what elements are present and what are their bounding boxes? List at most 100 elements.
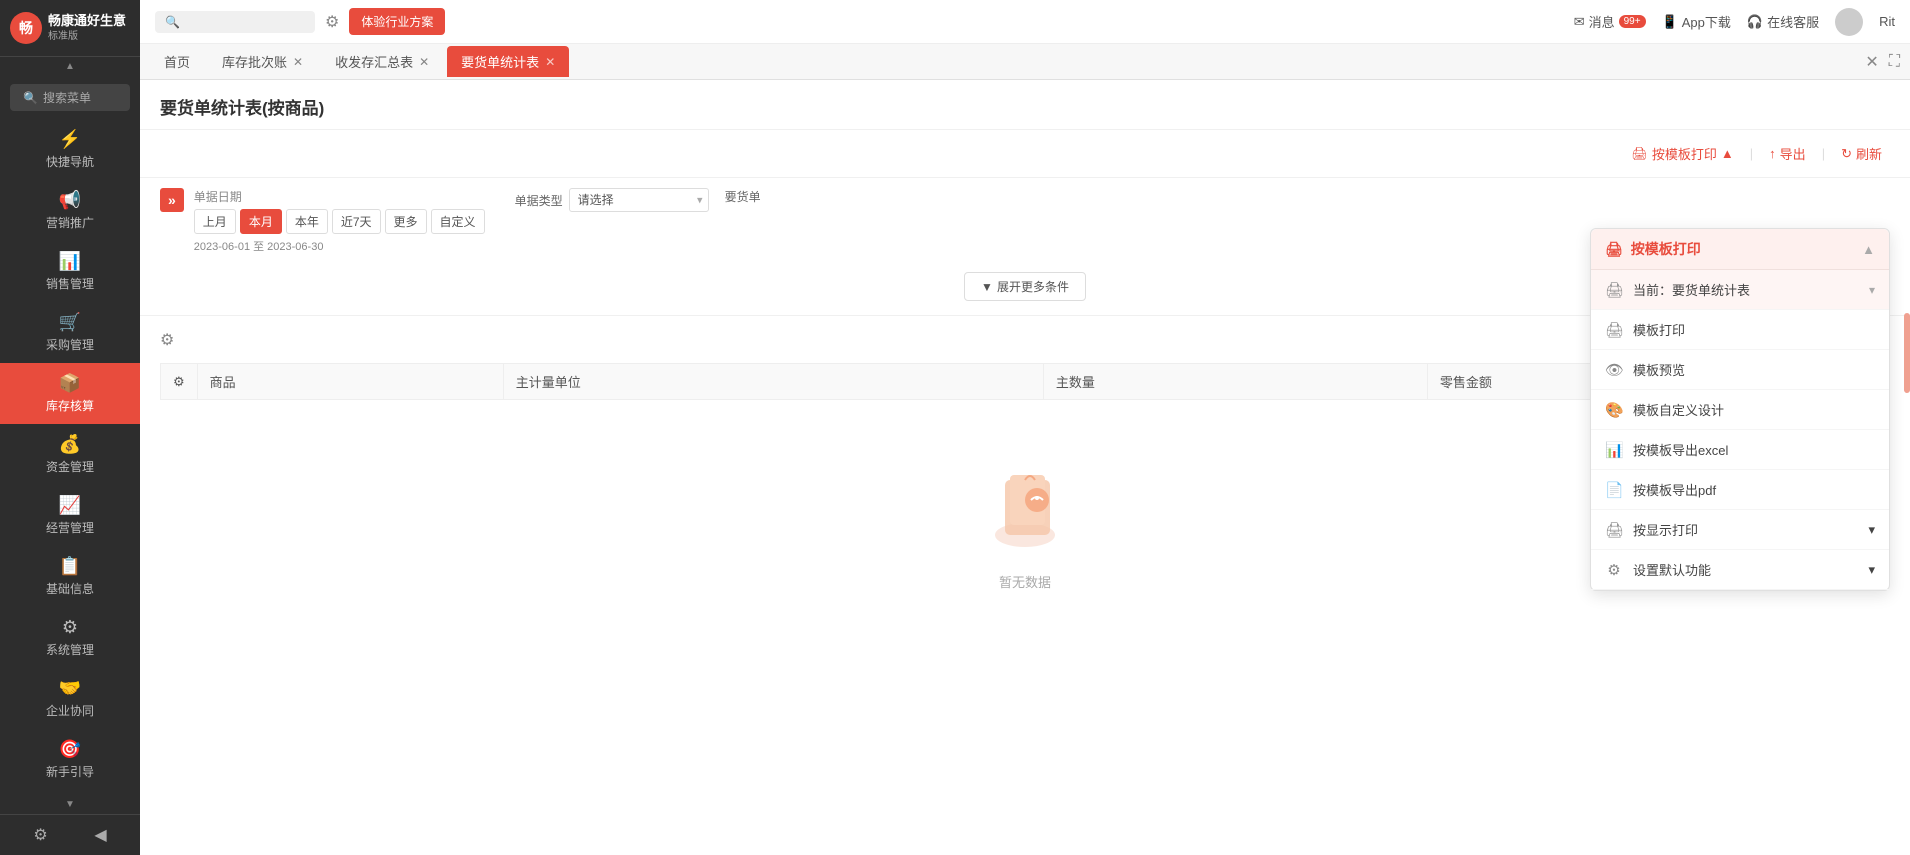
sidebar-item-enterprise[interactable]: 🤝 企业协同 [0, 668, 140, 729]
display-print-chevron: ▾ [1868, 522, 1875, 538]
tab-fullscreen-btn[interactable]: ⛶ [1889, 53, 1900, 71]
filter-expand-btn[interactable]: » [160, 188, 184, 212]
export-excel-label: 按模板导出excel [1633, 440, 1728, 459]
topbar-gear-btn[interactable]: ⚙ [325, 12, 339, 32]
export-pdf-icon: 📄 [1605, 481, 1623, 499]
current-chevron-icon: ▾ [1869, 283, 1875, 297]
tab-order-stats-label: 要货单统计表 [461, 52, 539, 71]
tab-batch-account-close[interactable]: ✕ [293, 55, 303, 69]
print-template-btn[interactable]: 🖨 按模板打印 ▲ [1623, 140, 1741, 167]
sidebar-item-finance[interactable]: 💰 资金管理 [0, 424, 140, 485]
dropdown-display-print-left: 🖨 按显示打印 [1605, 520, 1698, 539]
date-btn-7days[interactable]: 近7天 [332, 209, 381, 234]
dropdown-header: 🖨 按模板打印 ▲ [1591, 229, 1889, 270]
sidebar-item-system[interactable]: ⚙ 系统管理 [0, 607, 140, 668]
date-btn-last-month[interactable]: 上月 [194, 209, 236, 234]
topbar: 🔍 ⚙ 体验行业方案 ✉ 消息 99+ 📱 App下载 🎧 在线客服 Rit [140, 0, 1910, 44]
chevron-up-icon[interactable]: ▲ [1862, 242, 1875, 257]
messages-btn[interactable]: ✉ 消息 99+ [1574, 12, 1646, 31]
content-area: 要货单统计表(按商品) 🖨 按模板打印 ▲ | ↑ 导出 | ↻ 刷新 » [140, 80, 1910, 855]
export-btn[interactable]: ↑ 导出 [1761, 140, 1814, 167]
inventory-icon: 📦 [59, 373, 81, 394]
avatar[interactable] [1835, 8, 1863, 36]
type-select-wrap: 请选择 [569, 188, 709, 212]
dropdown-display-print[interactable]: 🖨 按显示打印 ▾ [1591, 510, 1889, 550]
enterprise-icon: 🤝 [59, 678, 81, 699]
main-area: 🔍 ⚙ 体验行业方案 ✉ 消息 99+ 📱 App下载 🎧 在线客服 Rit [140, 0, 1910, 855]
sidebar-item-purchase[interactable]: 🛒 采购管理 [0, 302, 140, 363]
sidebar-collapse-btn[interactable]: ◀ [94, 825, 106, 845]
print-chevron-icon: ▲ [1721, 146, 1734, 161]
marketing-label: 营销推广 [46, 214, 94, 231]
tab-batch-account[interactable]: 库存批次账 ✕ [208, 46, 317, 77]
template-print-label: 模板打印 [1633, 320, 1685, 339]
sidebar-scroll-down[interactable]: ▼ [0, 795, 140, 814]
search-label: 搜索菜单 [43, 89, 91, 106]
user-name[interactable]: Rit [1879, 14, 1895, 29]
date-btn-more[interactable]: 更多 [385, 209, 427, 234]
date-btn-custom[interactable]: 自定义 [431, 209, 485, 234]
sales-label: 销售管理 [46, 275, 94, 292]
online-service-btn[interactable]: 🎧 在线客服 [1747, 12, 1819, 31]
refresh-btn[interactable]: ↻ 刷新 [1833, 140, 1890, 167]
app-download-icon: 📱 [1662, 14, 1678, 30]
date-btn-this-month[interactable]: 本月 [240, 209, 282, 234]
tab-collect-summary-close[interactable]: ✕ [419, 55, 429, 69]
filter-yaohuodan-section: 要货单 [725, 188, 761, 205]
sidebar-scroll-up[interactable]: ▲ [0, 57, 140, 76]
tab-home[interactable]: 首页 [150, 46, 204, 77]
printer-header-icon: 🖨 [1605, 241, 1623, 258]
sidebar-item-guide[interactable]: 🎯 新手引导 [0, 729, 140, 790]
table-settings-icon[interactable]: ⚙ [160, 330, 174, 350]
marketing-icon: 📢 [59, 190, 81, 211]
purchase-label: 采购管理 [46, 336, 94, 353]
dropdown-export-pdf[interactable]: 📄 按模板导出pdf [1591, 470, 1889, 510]
expand-more-btn[interactable]: ▼ 展开更多条件 [964, 272, 1086, 301]
tab-batch-account-label: 库存批次账 [222, 52, 287, 71]
trial-btn[interactable]: 体验行业方案 [349, 8, 445, 35]
dropdown-default-func[interactable]: ⚙ 设置默认功能 ▾ [1591, 550, 1889, 590]
sidebar-item-marketing[interactable]: 📢 营销推广 [0, 180, 140, 241]
dropdown-default-func-left: ⚙ 设置默认功能 [1605, 560, 1711, 579]
inventory-label: 库存核算 [46, 397, 94, 414]
dropdown-current-item[interactable]: 🖨 当前：要货单统计表 ▾ [1591, 270, 1889, 310]
headset-icon: 🎧 [1747, 14, 1763, 30]
sidebar-item-basics[interactable]: 📋 基础信息 [0, 546, 140, 607]
sidebar-logo: 畅 畅康通好生意 标准版 [0, 0, 140, 57]
filter-date-section: 单据日期 上月 本月 本年 近7天 更多 自定义 2023-06-01 至 20… [194, 188, 485, 254]
tab-collect-summary[interactable]: 收发存汇总表 ✕ [321, 46, 443, 77]
tabbar: 首页 库存批次账 ✕ 收发存汇总表 ✕ 要货单统计表 ✕ ✕ ⛶ [140, 44, 1910, 80]
company-name: 畅康通好生意 [48, 13, 126, 30]
template-custom-label: 模板自定义设计 [1633, 400, 1724, 419]
dropdown-template-print[interactable]: 🖨 模板打印 [1591, 310, 1889, 350]
sidebar-search[interactable]: 🔍 搜索菜单 [10, 84, 130, 111]
template-custom-icon: 🎨 [1605, 401, 1623, 419]
sidebar: 畅 畅康通好生意 标准版 ▲ 🔍 搜索菜单 ⚡ 快捷导航 📢 营销推广 📊 销售… [0, 0, 140, 855]
filter-type-section: 单据类型 请选择 [515, 188, 715, 212]
date-btn-this-year[interactable]: 本年 [286, 209, 328, 234]
tab-order-stats-close[interactable]: ✕ [545, 55, 555, 69]
type-select[interactable]: 请选择 [569, 188, 709, 212]
dropdown-export-excel[interactable]: 📊 按模板导出excel [1591, 430, 1889, 470]
operations-icon: 📈 [59, 495, 81, 516]
topbar-search-icon: 🔍 [165, 15, 180, 29]
sidebar-item-quick-nav[interactable]: ⚡ 快捷导航 [0, 119, 140, 180]
sidebar-item-sales[interactable]: 📊 销售管理 [0, 241, 140, 302]
sidebar-item-inventory[interactable]: 📦 库存核算 [0, 363, 140, 424]
topbar-search[interactable]: 🔍 [155, 11, 315, 33]
sidebar-item-operations[interactable]: 📈 经营管理 [0, 485, 140, 546]
dropdown-template-custom[interactable]: 🎨 模板自定义设计 [1591, 390, 1889, 430]
topbar-right: ✉ 消息 99+ 📱 App下载 🎧 在线客服 Rit [1574, 8, 1895, 36]
empty-text: 暂无数据 [999, 572, 1051, 591]
scrollbar-indicator[interactable] [1904, 313, 1910, 393]
system-icon: ⚙ [62, 617, 78, 638]
template-preview-icon: 👁 [1605, 361, 1623, 379]
export-pdf-label: 按模板导出pdf [1633, 480, 1716, 499]
dropdown-template-preview[interactable]: 👁 模板预览 [1591, 350, 1889, 390]
tab-close-all-btn[interactable]: ✕ [1865, 52, 1878, 72]
tab-order-stats[interactable]: 要货单统计表 ✕ [447, 46, 569, 77]
default-func-label: 设置默认功能 [1633, 560, 1711, 579]
dropdown-current-label: 当前：要货单统计表 [1633, 280, 1750, 299]
sidebar-settings-btn[interactable]: ⚙ [33, 825, 47, 845]
app-download-btn[interactable]: 📱 App下载 [1662, 12, 1731, 31]
